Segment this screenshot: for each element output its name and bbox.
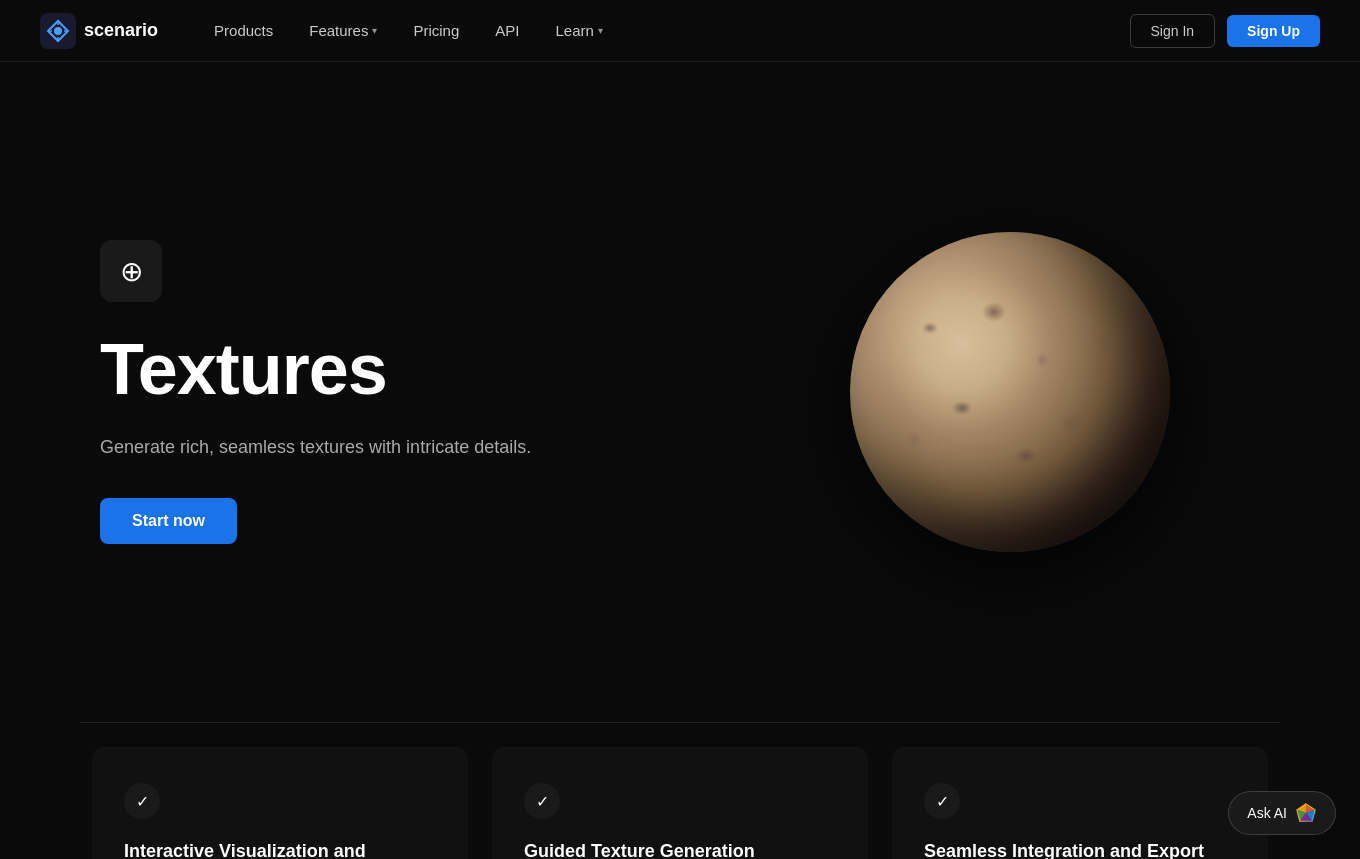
logo-icon [40,13,76,49]
chevron-down-icon-learn: ▾ [598,25,603,36]
hero-title: Textures [100,330,531,409]
ask-ai-label: Ask AI [1247,805,1287,821]
feature-card-2: ✓ Seamless Integration and Export [892,747,1268,859]
check-badge-2: ✓ [924,783,960,819]
feature-title-1: Guided Texture Generation [524,839,836,859]
nav-right: Sign In Sign Up [1130,14,1320,48]
hero-description: Generate rich, seamless textures with in… [100,433,531,462]
feature-cards: ✓ Interactive Visualization and ✓ Guided… [0,723,1360,859]
nav-link-learn[interactable]: Learn ▾ [540,14,619,47]
globe-icon: ⊕ [120,255,143,288]
chevron-down-icon: ▾ [372,25,377,36]
feature-title-2: Seamless Integration and Export [924,839,1236,859]
nav-link-api[interactable]: API [479,14,535,47]
check-badge-0: ✓ [124,783,160,819]
hero-visual [760,142,1260,642]
sign-in-button[interactable]: Sign In [1130,14,1216,48]
hero-content: ⊕ Textures Generate rich, seamless textu… [100,240,531,544]
start-now-button[interactable]: Start now [100,498,237,544]
nav-link-products[interactable]: Products [198,14,289,47]
logo[interactable]: scenario [40,13,158,49]
nav-link-features[interactable]: Features ▾ [293,14,393,47]
ai-gem-icon [1295,802,1317,824]
nav-left: scenario Products Features ▾ Pricing API… [40,13,619,49]
texture-sphere [850,232,1170,552]
svg-point-1 [54,27,62,35]
hero-section: ⊕ Textures Generate rich, seamless textu… [0,62,1360,722]
check-badge-1: ✓ [524,783,560,819]
feature-title-0: Interactive Visualization and [124,839,436,859]
navbar: scenario Products Features ▾ Pricing API… [0,0,1360,62]
feature-card-1: ✓ Guided Texture Generation [492,747,868,859]
product-icon-box: ⊕ [100,240,162,302]
logo-text: scenario [84,20,158,41]
nav-links: Products Features ▾ Pricing API Learn ▾ [198,14,619,47]
nav-link-pricing[interactable]: Pricing [397,14,475,47]
sign-up-button[interactable]: Sign Up [1227,15,1320,47]
ask-ai-button[interactable]: Ask AI [1228,791,1336,835]
feature-card-0: ✓ Interactive Visualization and [92,747,468,859]
